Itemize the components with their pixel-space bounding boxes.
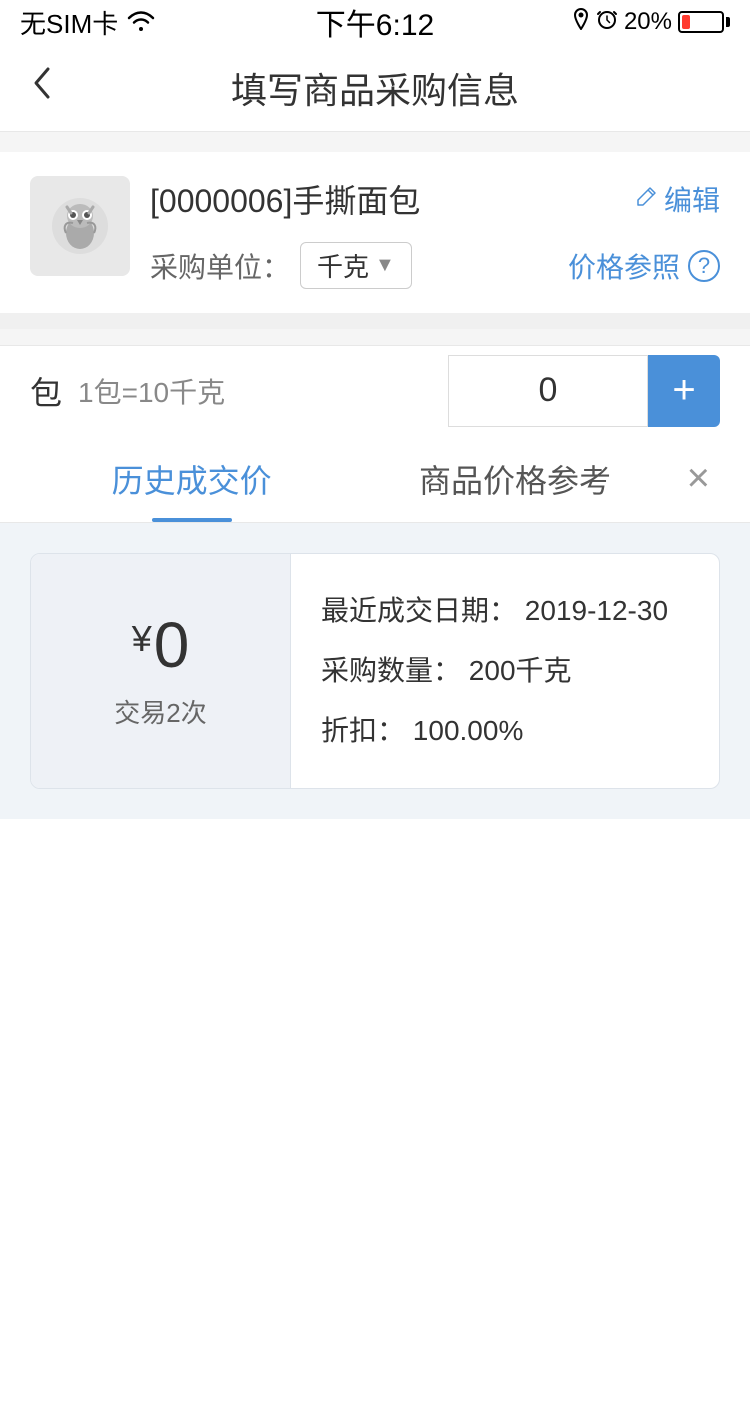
tab-product-label: 商品价格参考: [419, 456, 611, 502]
purchase-unit-label: 采购单位： 千克 ▼: [150, 242, 412, 289]
product-thumbnail: [30, 176, 130, 276]
tab-active-underline: [152, 518, 232, 522]
edit-icon: [636, 185, 658, 214]
product-name: [0000006]手撕面包: [150, 176, 420, 222]
discount-row: 折扣： 100.00%: [321, 710, 689, 752]
purchase-row: 采购单位： 千克 ▼ 价格参照 ?: [150, 242, 720, 289]
price-card: ¥ 0 交易2次 最近成交日期： 2019-12-30 采购数量： 200千克 …: [30, 553, 720, 789]
discount-label: 折扣：: [321, 715, 405, 746]
purchase-quantity-value: 200千克: [469, 655, 572, 686]
product-section: [0000006]手撕面包 编辑 采购单位： 千克: [0, 152, 750, 313]
status-bar: 无SIM卡 下午6:12 20%: [0, 0, 750, 44]
price-yen-symbol: ¥: [132, 621, 152, 657]
tab-history-price[interactable]: 历史成交价: [30, 435, 353, 522]
product-info: [0000006]手撕面包 编辑 采购单位： 千克: [150, 176, 720, 289]
price-card-left: ¥ 0 交易2次: [31, 554, 291, 788]
location-icon: [572, 8, 590, 37]
price-ref-label: 价格参照: [568, 246, 680, 286]
quantity-controls: 0 +: [448, 355, 720, 427]
page-title: 填写商品采购信息: [231, 62, 519, 114]
quantity-section: 包 1包=10千克 0 +: [0, 345, 750, 435]
price-reference-button[interactable]: 价格参照 ?: [568, 246, 720, 286]
close-icon: ×: [687, 456, 710, 500]
dropdown-arrow-icon: ▼: [375, 254, 395, 277]
section-divider: [0, 313, 750, 329]
back-button[interactable]: [30, 53, 64, 123]
purchase-quantity-row: 采购数量： 200千克: [321, 650, 689, 692]
product-row: [0000006]手撕面包 编辑 采购单位： 千克: [30, 176, 720, 289]
product-top-row: [0000006]手撕面包 编辑: [150, 176, 720, 222]
status-right: 20%: [572, 8, 730, 37]
quantity-row: 包 1包=10千克 0 +: [0, 345, 750, 435]
close-panel-button[interactable]: ×: [677, 446, 720, 511]
price-panel: 历史成交价 商品价格参考 × ¥ 0 交易2次 最近成交日期： 2019-12-…: [0, 435, 750, 819]
tab-history-label: 历史成交价: [112, 456, 272, 502]
price-value: 0: [154, 613, 190, 677]
quantity-plus-button[interactable]: +: [648, 355, 720, 427]
price-card-right: 最近成交日期： 2019-12-30 采购数量： 200千克 折扣： 100.0…: [291, 554, 719, 788]
quantity-input[interactable]: 0: [448, 355, 648, 427]
status-carrier: 无SIM卡: [20, 4, 156, 41]
quantity-label: 包 1包=10千克: [30, 368, 225, 414]
help-icon: ?: [688, 250, 720, 282]
price-card-container: ¥ 0 交易2次 最近成交日期： 2019-12-30 采购数量： 200千克 …: [0, 523, 750, 819]
edit-button[interactable]: 编辑: [636, 179, 720, 219]
unit-select[interactable]: 千克 ▼: [300, 242, 412, 289]
tab-product-price[interactable]: 商品价格参考: [353, 435, 676, 522]
alarm-icon: [596, 8, 618, 37]
battery-percentage: 20%: [624, 8, 672, 36]
edit-label: 编辑: [664, 179, 720, 219]
price-amount: ¥ 0: [132, 613, 190, 677]
nav-header: 填写商品采购信息: [0, 44, 750, 132]
discount-value: 100.00%: [413, 715, 524, 746]
conversion-note: 1包=10千克: [78, 371, 225, 411]
latest-date-value: 2019-12-30: [525, 595, 668, 626]
latest-date-row: 最近成交日期： 2019-12-30: [321, 590, 689, 632]
status-time: 下午6:12: [316, 0, 434, 44]
bottom-area: [0, 819, 750, 1419]
battery-icon: [678, 11, 730, 33]
price-trade-count: 交易2次: [114, 693, 206, 730]
latest-date-label: 最近成交日期：: [321, 595, 517, 626]
unit-label: 包: [30, 368, 62, 414]
tab-bar: 历史成交价 商品价格参考 ×: [0, 435, 750, 523]
wifi-icon: [126, 7, 156, 38]
purchase-quantity-label: 采购数量：: [321, 655, 461, 686]
